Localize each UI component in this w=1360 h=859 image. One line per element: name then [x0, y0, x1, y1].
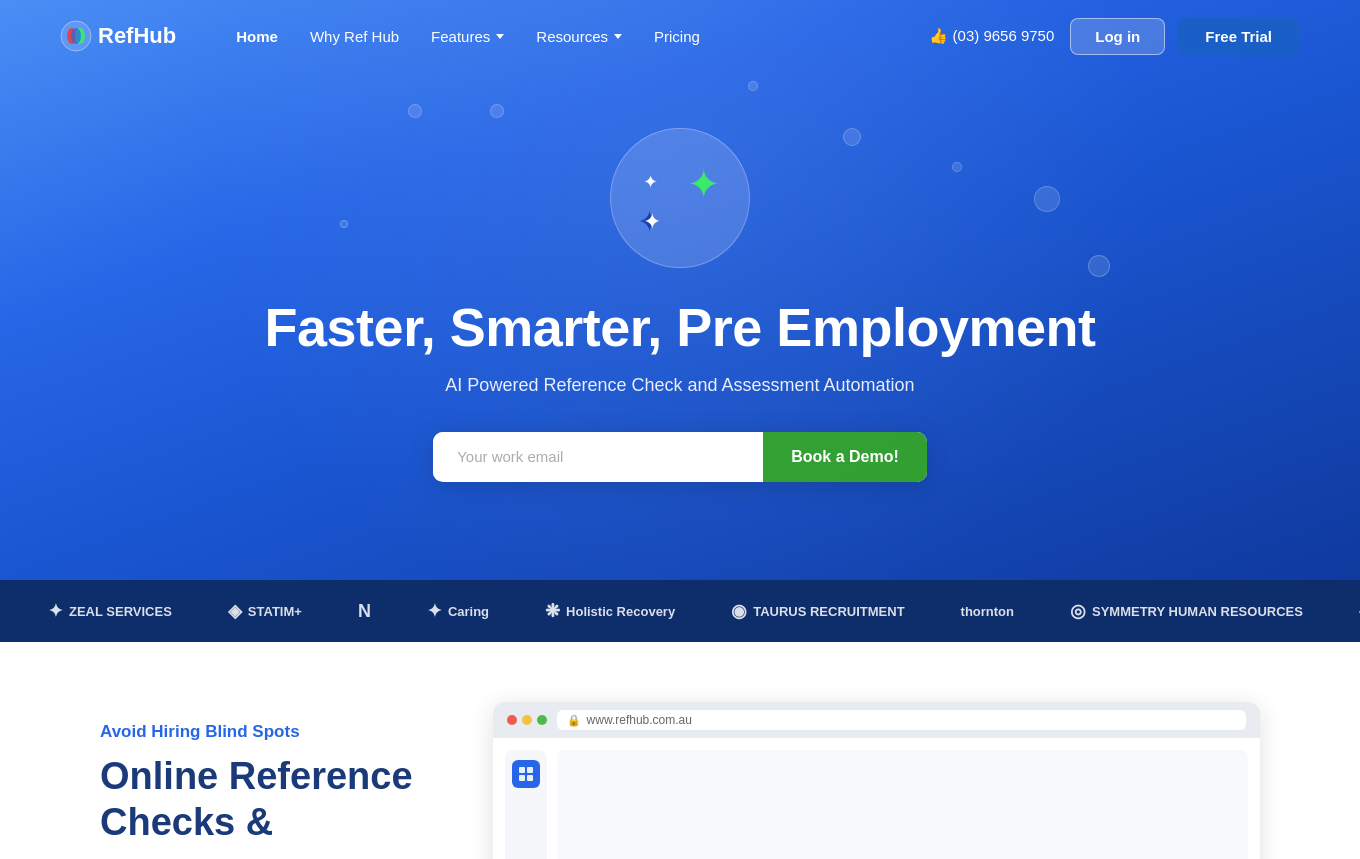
logo-statim: ◈ STATIM+	[228, 600, 302, 622]
logo-taurus: ◉ TAURUS RECRUITMENT	[731, 600, 904, 622]
browser-main-content	[557, 750, 1248, 859]
bubble-5	[1034, 186, 1060, 212]
bubble-6	[408, 104, 422, 118]
symmetry-name: SYMMETRY HUMAN RESOURCES	[1092, 604, 1303, 619]
work-email-input[interactable]	[433, 432, 763, 481]
hero-subtitle: AI Powered Reference Check and Assessmen…	[445, 375, 914, 396]
lower-left: Avoid Hiring Blind Spots Online Referenc…	[100, 702, 413, 845]
sparkle-white-icon: ✦	[643, 209, 661, 235]
browser-url-text: www.refhub.com.au	[587, 713, 692, 727]
resources-chevron-icon	[614, 34, 622, 39]
holistic-name: Holistic Recovery	[566, 604, 675, 619]
hero-cta-form: Book a Demo!	[433, 432, 927, 482]
caring-symbol: ✦	[427, 600, 442, 622]
book-demo-button[interactable]: Book a Demo!	[763, 432, 927, 482]
browser-content	[493, 738, 1260, 859]
zeal-symbol: ✦	[48, 600, 63, 622]
caring-name: Caring	[448, 604, 489, 619]
nav-pricing[interactable]: Pricing	[654, 28, 700, 45]
logo-n: N	[358, 601, 371, 622]
browser-url-bar[interactable]: 🔒 www.refhub.com.au	[557, 710, 1246, 730]
lock-icon: 🔒	[567, 714, 581, 727]
bubble-8	[1088, 255, 1110, 277]
logo-thornton: thornton	[961, 604, 1014, 619]
sidebar-app-icon	[512, 760, 540, 788]
grid-icon	[519, 767, 533, 781]
bubble-1	[490, 104, 504, 118]
bubble-7	[340, 220, 348, 228]
symmetry-symbol: ◎	[1070, 600, 1086, 622]
logo-icon	[60, 20, 92, 52]
browser-mockup: 🔒 www.refhub.com.au	[493, 702, 1260, 859]
lower-tag: Avoid Hiring Blind Spots	[100, 722, 413, 742]
logo-zeal-services: ✦ ZEAL SERVICES	[48, 600, 172, 622]
nav-phone: 👍 (03) 9656 9750	[929, 27, 1054, 45]
sparkle-tiny-icon: ✦	[643, 171, 658, 193]
sparkle-large-icon: ✦	[687, 161, 721, 207]
logos-inner: ✦ ZEAL SERVICES ◈ STATIM+ N ✦ Caring ❋ H…	[0, 598, 1360, 624]
lower-section: Avoid Hiring Blind Spots Online Referenc…	[0, 642, 1360, 859]
dot-red	[507, 715, 517, 725]
statim-symbol: ◈	[228, 600, 242, 622]
logos-strip: ✦ ZEAL SERVICES ◈ STATIM+ N ✦ Caring ❋ H…	[0, 580, 1360, 642]
nav-resources[interactable]: Resources	[536, 28, 622, 45]
nav-home[interactable]: Home	[236, 28, 278, 45]
logo-holistic: ❋ Holistic Recovery	[545, 600, 675, 622]
n-symbol: N	[358, 601, 371, 622]
holistic-symbol: ❋	[545, 600, 560, 622]
logo-caring: ✦ Caring	[427, 600, 489, 622]
svg-rect-6	[519, 775, 525, 781]
logo-link[interactable]: RefHub	[60, 20, 176, 52]
hero-section: ✦ ✦ ✦ ✦ Faster, Smarter, Pre Employment …	[0, 0, 1360, 580]
svg-point-3	[71, 28, 81, 44]
lower-title: Online Reference Checks &	[100, 754, 413, 845]
browser-dots	[507, 715, 547, 725]
browser-bar: 🔒 www.refhub.com.au	[493, 702, 1260, 738]
bubble-3	[843, 128, 861, 146]
zeal-name: ZEAL SERVICES	[69, 604, 172, 619]
hero-icon-circle: ✦ ✦ ✦ ✦	[610, 128, 750, 268]
bubble-2	[748, 81, 758, 91]
dot-green	[537, 715, 547, 725]
svg-rect-5	[527, 767, 533, 773]
hero-title: Faster, Smarter, Pre Employment	[265, 296, 1096, 358]
browser-sidebar	[505, 750, 547, 859]
login-button[interactable]: Log in	[1070, 18, 1165, 55]
dot-yellow	[522, 715, 532, 725]
bubble-4	[952, 162, 962, 172]
nav-links: Home Why Ref Hub Features Resources Pric…	[236, 28, 929, 45]
svg-rect-7	[527, 775, 533, 781]
free-trial-button[interactable]: Free Trial	[1177, 18, 1300, 55]
statim-name: STATIM+	[248, 604, 302, 619]
navigation: RefHub Home Why Ref Hub Features Resourc…	[0, 0, 1360, 72]
features-chevron-icon	[496, 34, 504, 39]
logo-symmetry: ◎ SYMMETRY HUMAN RESOURCES	[1070, 600, 1303, 622]
logo-text: RefHub	[98, 23, 176, 49]
taurus-name: TAURUS RECRUITMENT	[753, 604, 904, 619]
nav-why-refhub[interactable]: Why Ref Hub	[310, 28, 399, 45]
taurus-symbol: ◉	[731, 600, 747, 622]
thornton-name: thornton	[961, 604, 1014, 619]
nav-features[interactable]: Features	[431, 28, 504, 45]
svg-rect-4	[519, 767, 525, 773]
